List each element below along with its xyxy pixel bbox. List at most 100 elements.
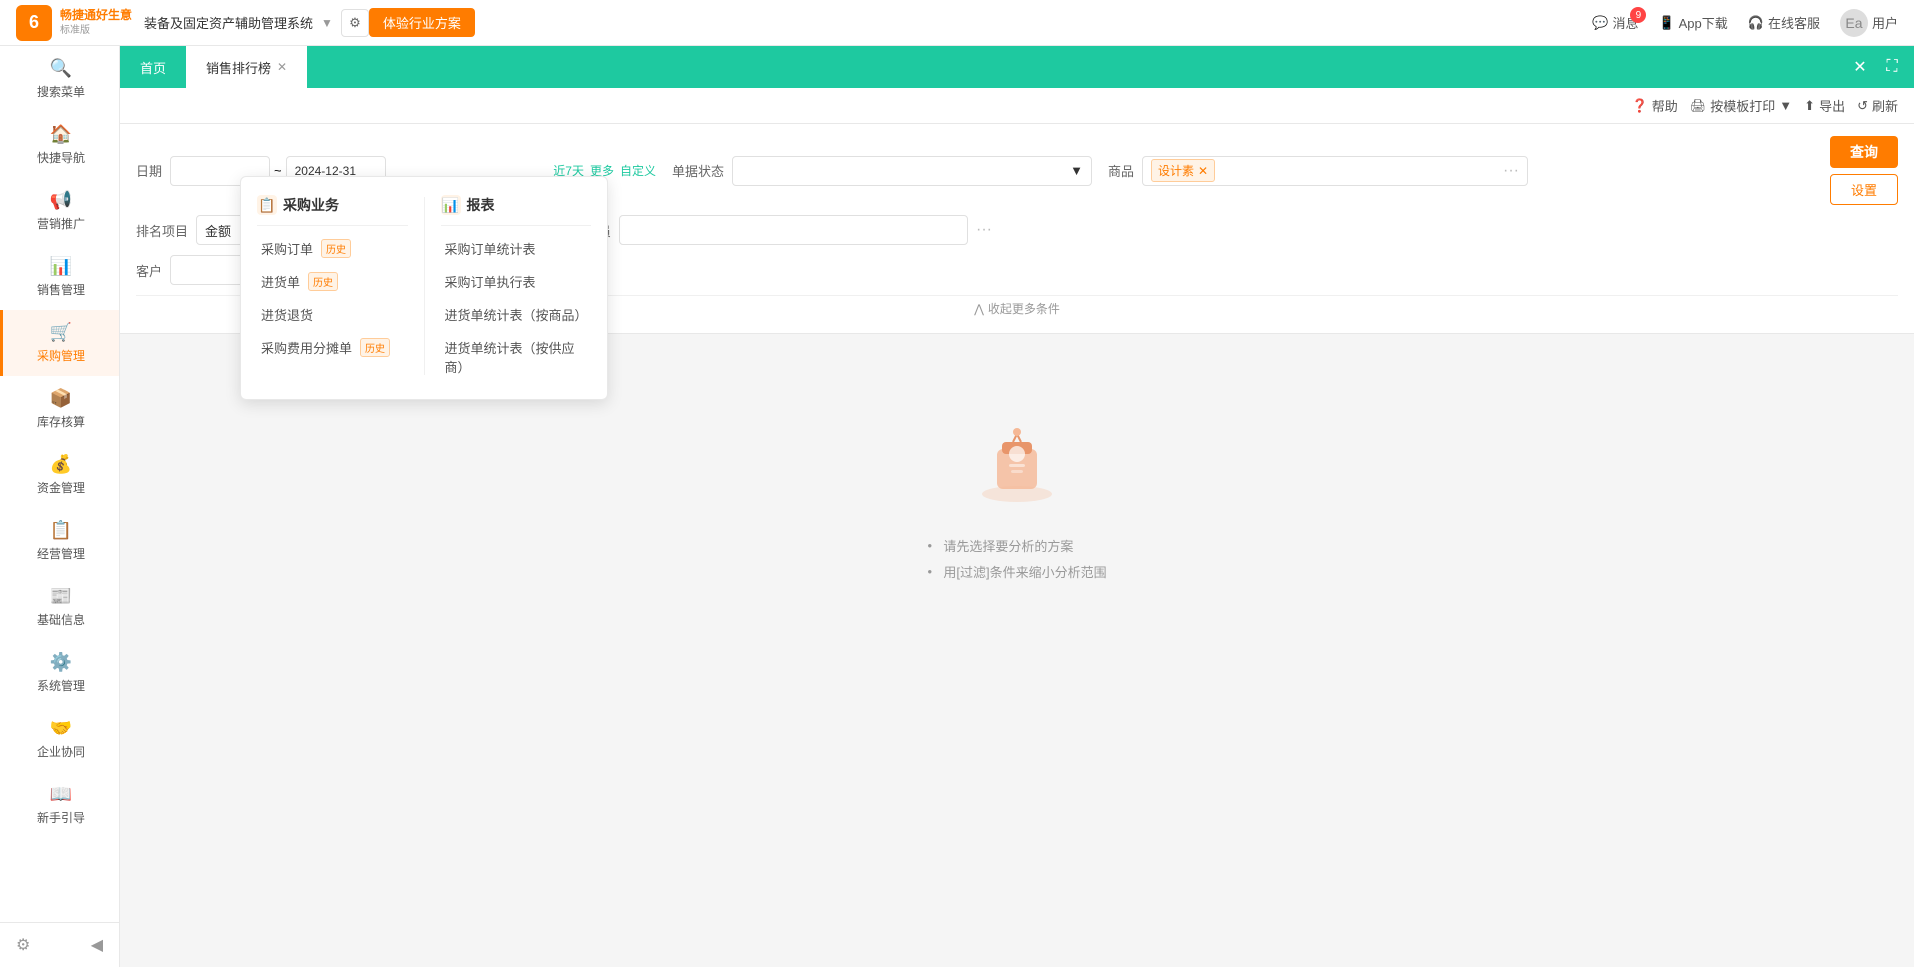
sidebar-label-operation: 经营管理 — [37, 545, 85, 562]
mobile-icon: 📱 — [1658, 15, 1674, 31]
history-badge-1: 历史 — [321, 239, 351, 258]
online-service-button[interactable]: 🎧 在线客服 — [1748, 13, 1820, 32]
dropdown-item-in-by-supplier[interactable]: 进货单统计表（按供应商） — [441, 331, 592, 383]
set-button[interactable]: 设置 — [1830, 174, 1898, 205]
goods-tag: 设计素 ✕ — [1151, 159, 1215, 182]
sidebar-label-enterprise: 企业协同 — [37, 743, 85, 760]
export-button[interactable]: ⬆ 导出 — [1804, 96, 1845, 115]
dropdown-item-in-by-goods[interactable]: 进货单统计表（按商品） — [441, 298, 592, 331]
dropdown-item-purchase-expense[interactable]: 采购费用分摊单 历史 — [257, 331, 408, 364]
sidebar-item-system[interactable]: ⚙️ 系统管理 — [0, 640, 119, 706]
user-menu-button[interactable]: Ea 用户 — [1840, 9, 1898, 37]
tab-close-all-button[interactable]: ✕ — [1846, 53, 1874, 81]
dropdown-columns: 📋 采购业务 采购订单 历史 进货单 历史 进货退货 — [241, 189, 607, 383]
salesman-dots: ··· — [976, 221, 992, 239]
goods-select[interactable]: 设计素 ✕ ··· — [1142, 156, 1528, 186]
sidebar-label-quick-nav: 快捷导航 — [37, 149, 85, 166]
purchase-order-label: 采购订单 — [261, 239, 313, 258]
app-download-button[interactable]: 📱 App下载 — [1658, 13, 1727, 32]
goods-filter-label: 商品 — [1108, 161, 1134, 180]
tab-sales-rank-label: 销售排行榜 — [206, 58, 271, 77]
tab-home[interactable]: 首页 — [120, 46, 186, 88]
history-badge-3: 历史 — [360, 338, 390, 357]
sidebar-item-purchase[interactable]: 🛒 采购管理 — [0, 310, 119, 376]
order-stat-label: 采购订单统计表 — [445, 239, 536, 258]
tabs-bar: 首页 销售排行榜 ✕ ✕ ⛶ — [120, 46, 1914, 88]
bottom-settings-icon[interactable]: ⚙ — [16, 935, 30, 955]
salesman-select[interactable] — [619, 215, 968, 245]
sidebar-bottom: ⚙ ◀ — [0, 922, 119, 967]
sidebar-item-marketing[interactable]: 📢 营销推广 — [0, 178, 119, 244]
sidebar-item-finance[interactable]: 💰 资金管理 — [0, 442, 119, 508]
search-menu-icon: 🔍 — [50, 58, 72, 79]
dropdown-item-purchase-order[interactable]: 采购订单 历史 — [257, 232, 408, 265]
tab-home-label: 首页 — [140, 58, 166, 77]
sidebar-item-search-menu[interactable]: 🔍 搜索菜单 — [0, 46, 119, 112]
inventory-icon: 📦 — [50, 388, 72, 409]
tab-sales-rank[interactable]: 销售排行榜 ✕ — [186, 46, 307, 88]
title-dropdown-arrow[interactable]: ▼ — [321, 16, 333, 30]
print-dropdown-icon: ▼ — [1779, 98, 1792, 113]
dropdown-item-order-exec[interactable]: 采购订单执行表 — [441, 265, 592, 298]
content-area: 首页 销售排行榜 ✕ ✕ ⛶ ❓ 帮助 🖨 按模板打印 — [120, 46, 1914, 967]
dropdown-item-purchase-in[interactable]: 进货单 历史 — [257, 265, 408, 298]
sidebar-label-system: 系统管理 — [37, 677, 85, 694]
in-by-supplier-label: 进货单统计表（按供应商） — [445, 338, 588, 376]
help-button[interactable]: ❓ 帮助 — [1632, 96, 1678, 115]
sidebar-item-operation[interactable]: 📋 经营管理 — [0, 508, 119, 574]
quick-custom-btn[interactable]: 自定义 — [620, 162, 656, 179]
purchase-icon: 🛒 — [50, 322, 72, 343]
order-exec-label: 采购订单执行表 — [445, 272, 536, 291]
refresh-icon: ↺ — [1857, 98, 1868, 114]
sales-icon: 📊 — [50, 256, 72, 277]
export-icon: ⬆ — [1804, 98, 1815, 114]
status-select[interactable]: ▼ — [732, 156, 1092, 186]
finance-icon: 💰 — [50, 454, 72, 475]
system-title-area: 装备及固定资产辅助管理系统 ▼ ⚙ — [144, 9, 369, 37]
sidebar-item-basic-info[interactable]: 📰 基础信息 — [0, 574, 119, 640]
industry-button[interactable]: 体验行业方案 — [369, 8, 475, 37]
tab-close-button[interactable]: ✕ — [277, 60, 287, 74]
sidebar-label-purchase: 采购管理 — [37, 347, 85, 364]
sidebar-item-quick-nav[interactable]: 🏠 快捷导航 — [0, 112, 119, 178]
in-by-goods-label: 进货单统计表（按商品） — [445, 305, 588, 324]
customer-filter-label: 客户 — [136, 261, 162, 280]
sidebar-item-guide[interactable]: 📖 新手引导 — [0, 772, 119, 838]
dropdown-item-purchase-return[interactable]: 进货退货 — [257, 298, 408, 331]
goods-dots: ··· — [1503, 162, 1519, 180]
operation-icon: 📋 — [50, 520, 72, 541]
status-filter: 单据状态 ▼ — [672, 156, 1092, 186]
query-button[interactable]: 查询 — [1830, 136, 1898, 168]
collapse-up-icon: ⋀ — [974, 302, 984, 316]
dropdown-col2-title: 📊 报表 — [441, 189, 592, 226]
bottom-collapse-icon[interactable]: ◀ — [91, 935, 103, 955]
print-button[interactable]: 🖨 按模板打印 ▼ — [1690, 96, 1792, 115]
dropdown-item-order-stat[interactable]: 采购订单统计表 — [441, 232, 592, 265]
sidebar-label-guide: 新手引导 — [37, 809, 85, 826]
goods-filter: 商品 设计素 ✕ ··· — [1108, 156, 1528, 186]
purchase-in-label: 进货单 — [261, 272, 300, 291]
app-logo-icon: 6 — [16, 5, 52, 41]
sidebar-label-inventory: 库存核算 — [37, 413, 85, 430]
goods-tag-close[interactable]: ✕ — [1198, 164, 1208, 178]
message-icon: 💬 — [1592, 15, 1608, 31]
purchase-return-label: 进货退货 — [261, 305, 313, 324]
system-settings-button[interactable]: ⚙ — [341, 9, 369, 37]
purchase-col-icon: 📋 — [257, 195, 277, 215]
marketing-icon: 📢 — [50, 190, 72, 211]
sidebar-label-search-menu: 搜索菜单 — [37, 83, 85, 100]
message-button[interactable]: 💬 消息 9 — [1592, 13, 1638, 32]
purchase-expense-label: 采购费用分摊单 — [261, 338, 352, 357]
sidebar-item-inventory[interactable]: 📦 库存核算 — [0, 376, 119, 442]
rank-filter-label: 排名项目 — [136, 221, 188, 240]
refresh-button[interactable]: ↺ 刷新 — [1857, 96, 1898, 115]
sidebar-item-sales[interactable]: 📊 销售管理 — [0, 244, 119, 310]
tab-maximize-button[interactable]: ⛶ — [1878, 53, 1906, 81]
reports-col-icon: 📊 — [441, 195, 461, 215]
sidebar: 🔍 搜索菜单 🏠 快捷导航 📢 营销推广 📊 销售管理 🛒 采购管理 📦 库存核… — [0, 46, 120, 967]
status-filter-label: 单据状态 — [672, 161, 724, 180]
sidebar-item-enterprise[interactable]: 🤝 企业协同 — [0, 706, 119, 772]
app-logo-text: 畅捷通好生意 标准版 — [60, 7, 132, 38]
page-toolbar: ❓ 帮助 🖨 按模板打印 ▼ ⬆ 导出 ↺ 刷新 — [120, 88, 1914, 124]
header-right: 💬 消息 9 📱 App下载 🎧 在线客服 Ea 用户 — [1592, 9, 1898, 37]
